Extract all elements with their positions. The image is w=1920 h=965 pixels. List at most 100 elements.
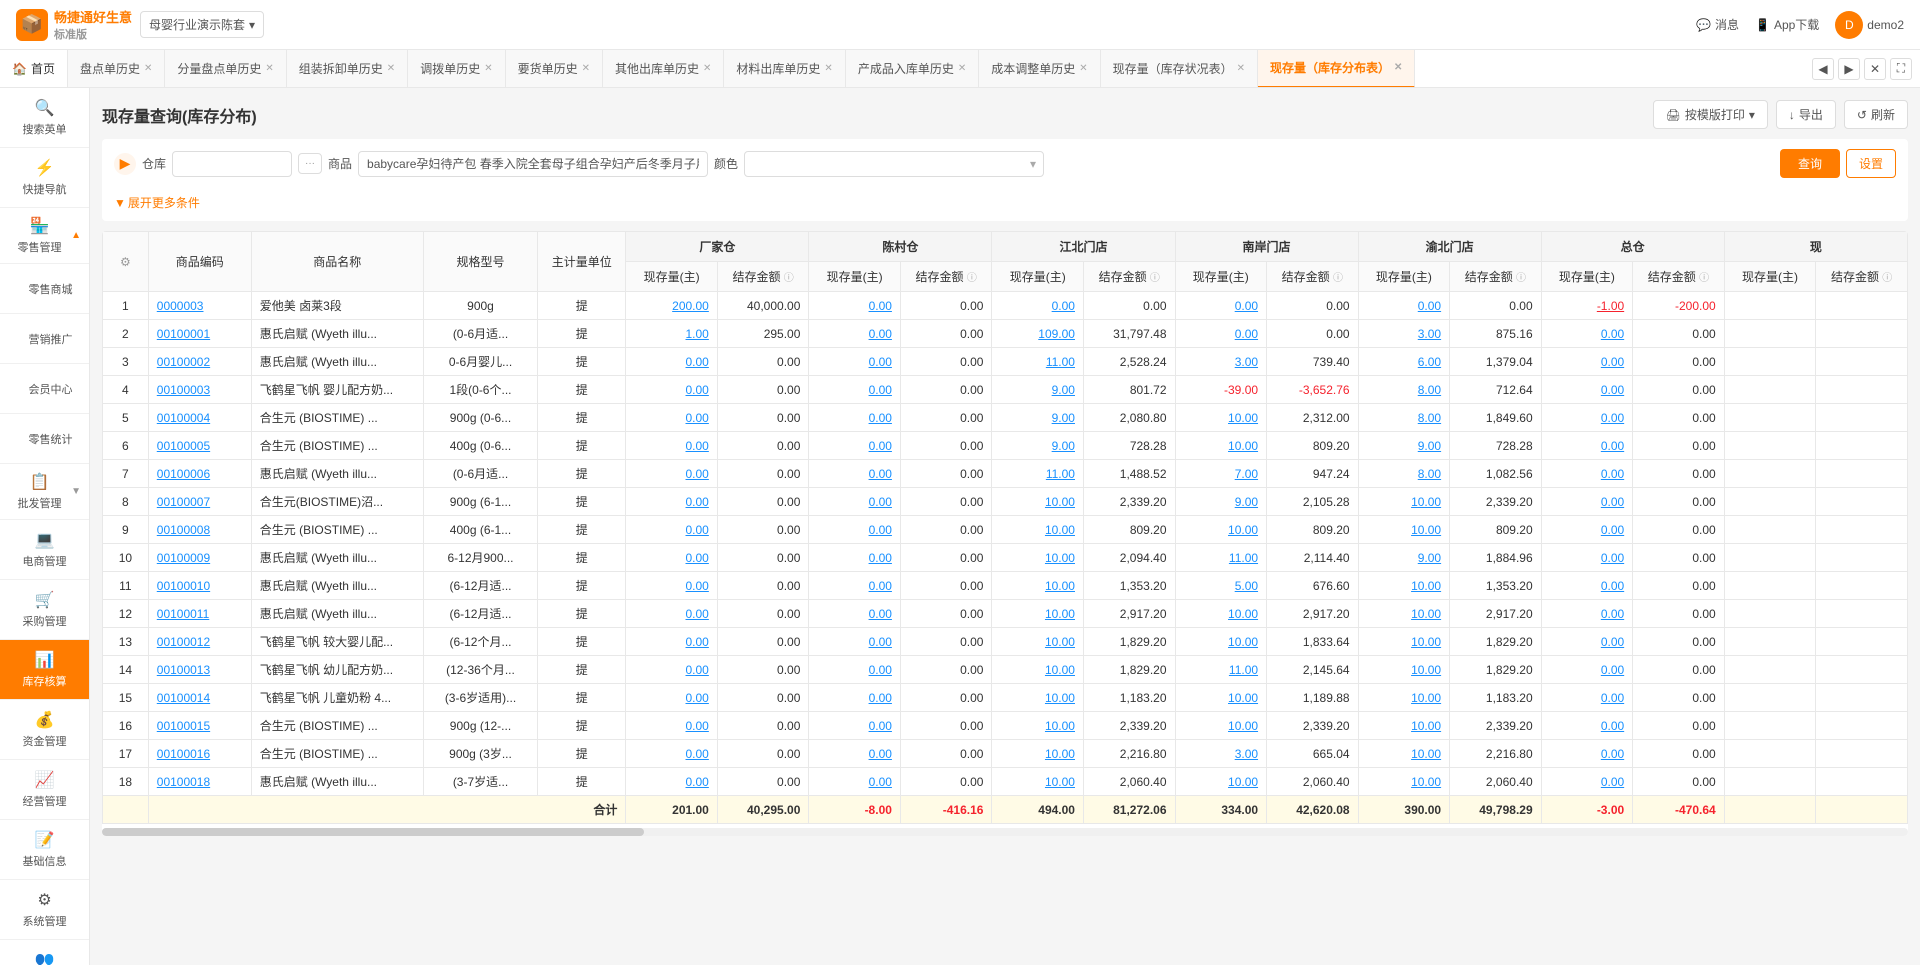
code-link[interactable]: 00100008 [157, 523, 210, 537]
sidebar-item-search[interactable]: 🔍 搜索英单 [0, 88, 89, 148]
code-link[interactable]: 00100006 [157, 467, 210, 481]
na-qty-link[interactable]: 3.00 [1235, 355, 1258, 369]
na-qty-link[interactable]: 7.00 [1235, 467, 1258, 481]
tab-1[interactable]: 盘点单历史 ✕ [68, 50, 165, 88]
fj-qty-link[interactable]: 0.00 [686, 495, 709, 509]
color-input[interactable] [744, 151, 1044, 177]
code-link[interactable]: 00100005 [157, 439, 210, 453]
code-link[interactable]: 00100002 [157, 355, 210, 369]
sidebar-item-retail[interactable]: 🏪 零售管理 ▲ [0, 208, 89, 264]
yb-qty-link[interactable]: 10.00 [1411, 607, 1441, 621]
fj-qty-link[interactable]: 0.00 [686, 411, 709, 425]
yb-qty-link[interactable]: 8.00 [1418, 467, 1441, 481]
code-link[interactable]: 00100010 [157, 579, 210, 593]
tab-close-4[interactable]: ✕ [484, 63, 492, 74]
tab-11[interactable]: 现存量（库存分布表） ✕ [1258, 50, 1415, 88]
na-qty-link[interactable]: 10.00 [1228, 523, 1258, 537]
tab-next-button[interactable]: ▶ [1838, 58, 1860, 80]
yb-qty-link[interactable]: 10.00 [1411, 579, 1441, 593]
tab-6[interactable]: 其他出库单历史 ✕ [603, 50, 724, 88]
search-button[interactable]: 查询 [1780, 149, 1840, 178]
cc-qty-link[interactable]: 0.00 [869, 775, 892, 789]
jb-qty-link[interactable]: 10.00 [1045, 607, 1075, 621]
refresh-button[interactable]: ↺ 刷新 [1844, 100, 1908, 129]
jb-qty-link[interactable]: 10.00 [1045, 579, 1075, 593]
fj-qty-link[interactable]: 0.00 [686, 719, 709, 733]
cc-qty-link[interactable]: 0.00 [869, 355, 892, 369]
code-link[interactable]: 00100018 [157, 775, 210, 789]
total-qty-link[interactable]: 0.00 [1601, 719, 1624, 733]
yb-qty-link[interactable]: 9.00 [1418, 551, 1441, 565]
yb-qty-link[interactable]: 10.00 [1411, 747, 1441, 761]
jb-qty-link[interactable]: 9.00 [1052, 383, 1075, 397]
tab-close-6[interactable]: ✕ [703, 63, 711, 74]
cc-qty-link[interactable]: 0.00 [869, 719, 892, 733]
fj-qty-link[interactable]: 0.00 [686, 663, 709, 677]
cc-amt-info-icon[interactable]: ⓘ [967, 273, 977, 284]
tab-close-8[interactable]: ✕ [958, 63, 966, 74]
code-link[interactable]: 00100004 [157, 411, 210, 425]
yb-qty-link[interactable]: 8.00 [1418, 383, 1441, 397]
cc-qty-link[interactable]: 0.00 [869, 299, 892, 313]
cc-qty-link[interactable]: 0.00 [869, 383, 892, 397]
total-qty-link[interactable]: 0.00 [1601, 523, 1624, 537]
expand-arrow-button[interactable]: ▶ [114, 153, 136, 175]
jb-qty-link[interactable]: 10.00 [1045, 775, 1075, 789]
yb-qty-link[interactable]: 6.00 [1418, 355, 1441, 369]
cc-qty-link[interactable]: 0.00 [869, 327, 892, 341]
sidebar-item-inventory[interactable]: 📊 库存核算 [0, 640, 89, 700]
fj-qty-link[interactable]: 0.00 [686, 775, 709, 789]
code-link[interactable]: 00100007 [157, 495, 210, 509]
yb-qty-link[interactable]: 10.00 [1411, 495, 1441, 509]
total-qty-link[interactable]: -1.00 [1597, 299, 1624, 313]
sidebar-item-retailstat[interactable]: 零售统计 [0, 414, 89, 464]
fj-qty-link[interactable]: 0.00 [686, 635, 709, 649]
sidebar-item-system[interactable]: ⚙ 系统管理 [0, 880, 89, 940]
total-qty-link[interactable]: 0.00 [1601, 607, 1624, 621]
table-settings-icon[interactable]: ⚙ [120, 255, 131, 269]
yb-qty-link[interactable]: 3.00 [1418, 327, 1441, 341]
na-qty-link[interactable]: 11.00 [1229, 663, 1258, 677]
na-qty-link[interactable]: 5.00 [1235, 579, 1258, 593]
na-qty-link[interactable]: 9.00 [1235, 495, 1258, 509]
yb-qty-link[interactable]: 9.00 [1418, 439, 1441, 453]
cc-qty-link[interactable]: 0.00 [869, 663, 892, 677]
fj-qty-link[interactable]: 0.00 [686, 355, 709, 369]
code-link[interactable]: 00100003 [157, 383, 210, 397]
cc-qty-link[interactable]: 0.00 [869, 495, 892, 509]
jb-qty-link[interactable]: 10.00 [1045, 663, 1075, 677]
total-qty-link[interactable]: 0.00 [1601, 383, 1624, 397]
cc-qty-link[interactable]: 0.00 [869, 691, 892, 705]
tab-10[interactable]: 现存量（库存状况表） ✕ [1101, 50, 1258, 88]
na-qty-link[interactable]: 3.00 [1235, 747, 1258, 761]
tab-4[interactable]: 调拨单历史 ✕ [408, 50, 505, 88]
sidebar-item-finance[interactable]: 💰 资金管理 [0, 700, 89, 760]
sidebar-item-business[interactable]: 📈 经营管理 [0, 760, 89, 820]
tab-expand-button[interactable]: ⛶ [1890, 58, 1912, 80]
yb-amt-info-icon[interactable]: ⓘ [1516, 273, 1526, 284]
fj-qty-link[interactable]: 0.00 [686, 691, 709, 705]
jb-qty-link[interactable]: 9.00 [1052, 439, 1075, 453]
na-qty-link[interactable]: 0.00 [1235, 299, 1258, 313]
yb-qty-link[interactable]: 10.00 [1411, 775, 1441, 789]
sidebar-item-retailmall[interactable]: 零售商城 [0, 264, 89, 314]
total-qty-link[interactable]: 0.00 [1601, 635, 1624, 649]
fj-qty-link[interactable]: 0.00 [686, 607, 709, 621]
tab-8[interactable]: 产成品入库单历史 ✕ [846, 50, 979, 88]
code-link[interactable]: 00100001 [157, 327, 210, 341]
fj-qty-link[interactable]: 0.00 [686, 551, 709, 565]
tab-close-3[interactable]: ✕ [387, 63, 395, 74]
cc-qty-link[interactable]: 0.00 [869, 579, 892, 593]
fj-qty-link[interactable]: 200.00 [672, 299, 709, 313]
total-qty-link[interactable]: 0.00 [1601, 327, 1624, 341]
tab-7[interactable]: 材料出库单历史 ✕ [724, 50, 845, 88]
jb-qty-link[interactable]: 10.00 [1045, 747, 1075, 761]
jb-qty-link[interactable]: 10.00 [1045, 719, 1075, 733]
tab-close-11[interactable]: ✕ [1394, 62, 1402, 73]
jb-qty-link[interactable]: 10.00 [1045, 495, 1075, 509]
jb-qty-link[interactable]: 0.00 [1052, 299, 1075, 313]
sidebar-item-purchase[interactable]: 🛒 采购管理 [0, 580, 89, 640]
tab-home[interactable]: 🏠 首页 [0, 50, 68, 88]
sidebar-item-wholesale[interactable]: 📋 批发管理 ▼ [0, 464, 89, 520]
tab-close-10[interactable]: ✕ [1237, 63, 1245, 74]
